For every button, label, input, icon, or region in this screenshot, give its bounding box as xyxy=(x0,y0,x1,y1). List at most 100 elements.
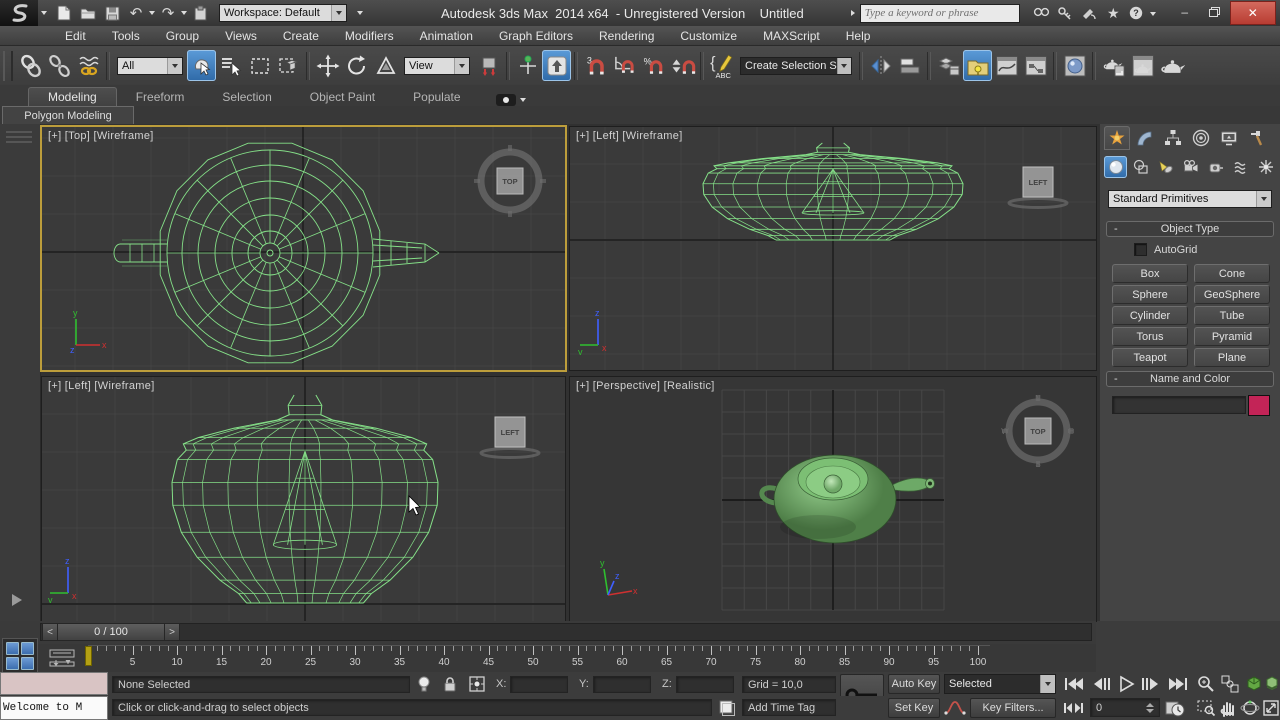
name-color-rollout-header[interactable]: - Name and Color xyxy=(1106,371,1274,387)
viewport-layout-tabs-button[interactable] xyxy=(2,638,38,674)
workspace-dropdown[interactable]: Workspace: Default xyxy=(219,4,347,22)
bind-to-space-warp-button[interactable] xyxy=(74,50,103,81)
default-tangent-icon[interactable] xyxy=(944,698,966,718)
menu-tools[interactable]: Tools xyxy=(99,26,153,46)
selection-filter-dropdown[interactable]: All xyxy=(117,56,183,75)
menu-graph-editors[interactable]: Graph Editors xyxy=(486,26,586,46)
viewport-perspective[interactable]: [+] [Perspective] [Realistic] N S W E TOP y x z xyxy=(569,376,1097,622)
window-crossing-toggle-button[interactable] xyxy=(274,50,303,81)
undo-button[interactable]: ↶ xyxy=(125,3,147,23)
view-cube[interactable]: TOP xyxy=(472,143,548,219)
named-selection-set-dropdown[interactable]: Create Selection Se xyxy=(740,56,852,75)
subtab-helpers[interactable] xyxy=(1204,156,1227,178)
close-button[interactable]: ✕ xyxy=(1229,1,1276,25)
viewport-label-perspective[interactable]: [+] [Perspective] [Realistic] xyxy=(576,380,715,392)
communication-center-icon[interactable] xyxy=(1078,3,1101,23)
edit-named-selection-sets-button[interactable]: {ABC xyxy=(707,50,736,81)
expand-arrow-icon[interactable] xyxy=(12,594,22,606)
current-frame-field[interactable]: 0 xyxy=(1090,698,1160,717)
material-editor-button[interactable] xyxy=(1060,50,1089,81)
maximize-button[interactable] xyxy=(1200,1,1230,23)
frame-spinner[interactable] xyxy=(1146,702,1154,713)
license-key-icon[interactable] xyxy=(1054,3,1077,23)
zoom-all-icon[interactable] xyxy=(1220,674,1240,694)
add-time-tag-button[interactable]: Add Time Tag xyxy=(742,699,836,716)
workspace-menu-arrow-icon[interactable] xyxy=(349,3,371,23)
save-file-button[interactable] xyxy=(101,3,123,23)
toggle-scene-explorer-button[interactable] xyxy=(934,50,963,81)
select-and-rotate-button[interactable] xyxy=(342,50,371,81)
minimize-button[interactable]: – xyxy=(1170,1,1200,23)
ribbon-tab-modeling[interactable]: Modeling xyxy=(28,87,117,106)
open-mini-trackbar-button[interactable] xyxy=(48,648,78,668)
snaps-toggle-button[interactable]: 3 xyxy=(581,50,610,81)
subtab-geometry[interactable] xyxy=(1104,156,1127,178)
subtab-cameras[interactable] xyxy=(1179,156,1202,178)
menu-rendering[interactable]: Rendering xyxy=(586,26,667,46)
menu-views[interactable]: Views xyxy=(212,26,270,46)
view-cube[interactable]: LEFT xyxy=(472,393,548,469)
menu-edit[interactable]: Edit xyxy=(52,26,99,46)
z-coordinate-input[interactable] xyxy=(676,676,734,693)
viewport-label-left-upper[interactable]: [+] [Left] [Wireframe] xyxy=(576,130,683,142)
zoom-icon[interactable] xyxy=(1196,674,1216,694)
help-search-input[interactable] xyxy=(859,3,1020,23)
zoom-extents-all-icon[interactable] xyxy=(1264,674,1280,694)
object-button-cylinder[interactable]: Cylinder xyxy=(1112,306,1188,325)
schematic-view-button[interactable] xyxy=(1021,50,1050,81)
subtab-space-warps[interactable] xyxy=(1229,156,1252,178)
absolute-offset-mode-icon[interactable] xyxy=(468,675,486,693)
subtab-shapes[interactable] xyxy=(1129,156,1152,178)
redo-history-arrow-icon[interactable] xyxy=(181,11,187,15)
select-and-move-button[interactable] xyxy=(313,50,342,81)
rendered-frame-window-button[interactable] xyxy=(1128,50,1157,81)
x-coordinate-input[interactable] xyxy=(510,676,568,693)
select-and-scale-button[interactable] xyxy=(371,50,400,81)
tab-create[interactable] xyxy=(1104,126,1130,150)
next-frame-step-button[interactable] xyxy=(1140,674,1162,694)
macro-recorder-pane[interactable] xyxy=(0,672,108,695)
help-menu-arrow-icon[interactable] xyxy=(1149,12,1156,16)
isolate-selection-icon[interactable] xyxy=(416,675,432,694)
trackbar-ruler[interactable]: 0510152025303540455055606570758085909510… xyxy=(85,645,990,672)
app-logo-icon[interactable] xyxy=(0,0,38,26)
object-button-box[interactable]: Box xyxy=(1112,264,1188,283)
angle-snap-toggle-button[interactable] xyxy=(610,50,639,81)
spinner-snap-toggle-button[interactable] xyxy=(668,50,697,81)
viewport-label-top[interactable]: [+] [Top] [Wireframe] xyxy=(48,130,154,142)
undo-history-arrow-icon[interactable] xyxy=(149,11,155,15)
object-button-cone[interactable]: Cone xyxy=(1194,264,1270,283)
tab-modify[interactable] xyxy=(1132,126,1158,150)
ribbon-tab-object-paint[interactable]: Object Paint xyxy=(291,88,394,106)
menu-maxscript[interactable]: MAXScript xyxy=(750,26,833,46)
y-coordinate-input[interactable] xyxy=(593,676,651,693)
go-to-end-button[interactable] xyxy=(1166,674,1190,694)
object-button-geosphere[interactable]: GeoSphere xyxy=(1194,285,1270,304)
render-setup-button[interactable] xyxy=(1099,50,1128,81)
next-frame-button[interactable]: > xyxy=(164,623,180,641)
mirror-button[interactable] xyxy=(866,50,895,81)
pan-hand-icon[interactable] xyxy=(1218,698,1238,718)
percent-snap-toggle-button[interactable]: % xyxy=(639,50,668,81)
viewport-left-upper[interactable]: [+] [Left] [Wireframe] LEFT z y x xyxy=(569,126,1097,371)
redo-button[interactable]: ↷ xyxy=(157,3,179,23)
ribbon-tab-freeform[interactable]: Freeform xyxy=(117,88,204,106)
tab-display[interactable] xyxy=(1216,126,1242,150)
go-to-start-button[interactable] xyxy=(1062,674,1086,694)
reference-coordinate-system-dropdown[interactable]: View xyxy=(404,56,470,75)
select-by-name-button[interactable] xyxy=(216,50,245,81)
align-button[interactable] xyxy=(895,50,924,81)
tab-motion[interactable] xyxy=(1188,126,1214,150)
viewport-label-left-lower[interactable]: [+] [Left] [Wireframe] xyxy=(48,380,155,392)
ribbon-tab-populate[interactable]: Populate xyxy=(394,88,479,106)
new-file-button[interactable] xyxy=(53,3,75,23)
maximize-viewport-toggle-icon[interactable] xyxy=(1262,698,1280,718)
ribbon-tab-selection[interactable]: Selection xyxy=(203,88,290,106)
use-pivot-point-center-button[interactable] xyxy=(474,50,503,81)
current-frame-marker[interactable] xyxy=(85,646,92,666)
zoom-extents-icon[interactable] xyxy=(1244,674,1264,694)
menu-create[interactable]: Create xyxy=(270,26,332,46)
zoom-region-icon[interactable] xyxy=(1196,698,1216,718)
menu-group[interactable]: Group xyxy=(153,26,212,46)
open-file-button[interactable] xyxy=(77,3,99,23)
